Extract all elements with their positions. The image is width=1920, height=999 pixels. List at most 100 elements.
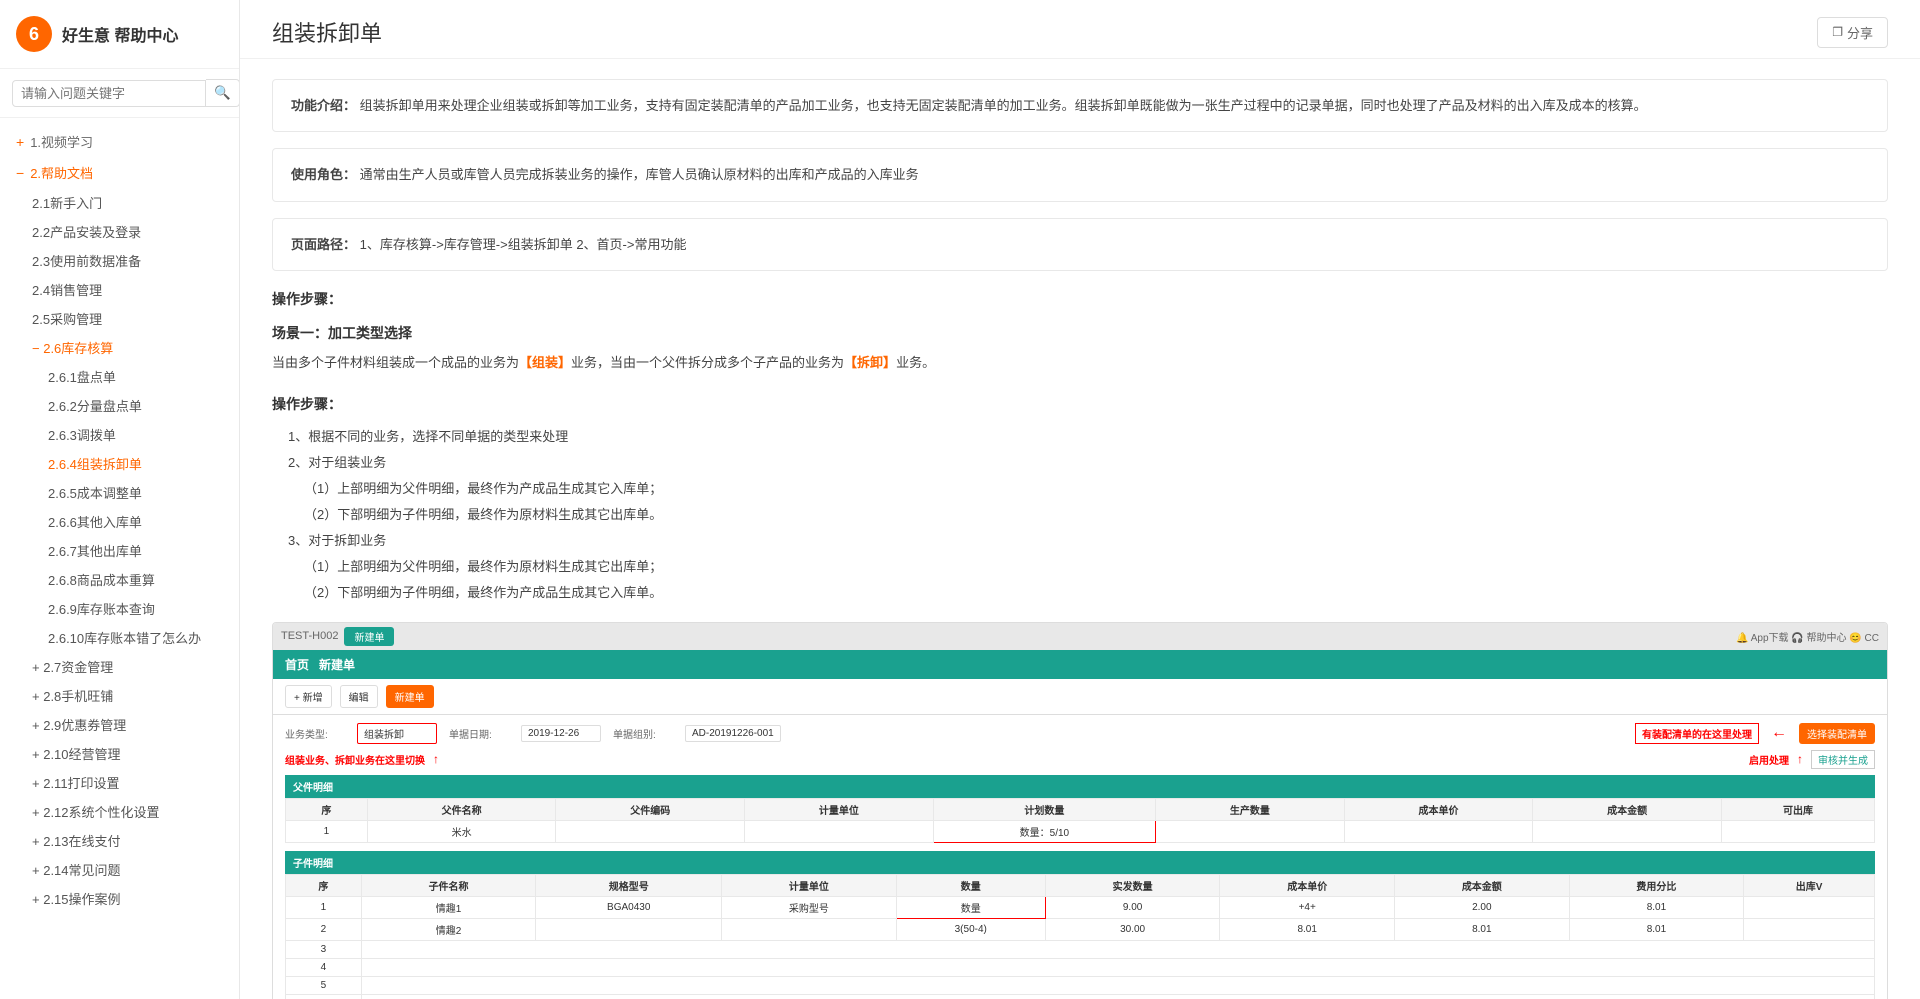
scene1-desc: 当由多个子件材料组装成一个成品的业务为【组装】业务，当由一个父件拆分成多个子产品… <box>272 351 1888 376</box>
path-label: 页面路径： <box>291 237 356 252</box>
search-button[interactable]: 🔍 <box>206 79 240 107</box>
table-row: 2 情趣2 3(50-4) 30.00 8.01 8.01 8.01 <box>286 918 1875 940</box>
th-b-seq: 序 <box>286 874 362 896</box>
header-bar: 组装拆卸单 ❐ 分享 <box>240 0 1920 59</box>
sidebar-item-transfer[interactable]: 2.6.3调拨单 <box>0 420 239 449</box>
plus-icon2: + <box>32 660 40 675</box>
th-b-out: 出库V <box>1744 874 1875 896</box>
sidebar-item-helpdocs[interactable]: − 2.帮助文档 <box>0 157 239 188</box>
sidebar-item-other-outbound[interactable]: 2.6.7其他出库单 <box>0 536 239 565</box>
sidebar-item-cost-adjust[interactable]: 2.6.5成本调整单 <box>0 478 239 507</box>
sidebar-item-partial-stocktake[interactable]: 2.6.2分量盘点单 <box>0 391 239 420</box>
th-unit: 计量单位 <box>745 798 934 820</box>
role-block: 使用角色： 通常由生产人员或库管人员完成拆装业务的操作，库管人员确认原材料的出库… <box>272 148 1888 201</box>
mock-form-area: 业务类型: 组装拆卸 单据日期: 2019-12-26 单据组别: AD-201… <box>273 715 1887 999</box>
th-b-spec: 规格型号 <box>536 874 722 896</box>
search-input[interactable] <box>12 80 206 107</box>
sidebar-item-inventory-ledger[interactable]: 2.6.9库存账本查询 <box>0 594 239 623</box>
sidebar-item-cost-recalc[interactable]: 2.6.8商品成本重算 <box>0 565 239 594</box>
sidebar-item-cases[interactable]: + 2.15操作案例 <box>0 884 239 913</box>
mock-toolbar: + 新增 编辑 新建单 <box>273 679 1887 715</box>
role-label: 使用角色： <box>291 167 356 182</box>
th-b-fee-ratio: 费用分比 <box>1569 874 1744 896</box>
mock-bottom-table: 序 子件名称 规格型号 计量单位 数量 实发数量 成本单价 成本金额 费用分比 … <box>285 874 1875 999</box>
share-button[interactable]: ❐ 分享 <box>1817 17 1888 48</box>
arrow-icon2: ↑ <box>433 752 439 766</box>
table-row: 5 <box>286 976 1875 994</box>
mock-btn-select-bom[interactable]: 选择装配清单 <box>1799 723 1875 744</box>
plus-icon: + <box>16 134 24 150</box>
sidebar-item-online-pay[interactable]: + 2.13在线支付 <box>0 826 239 855</box>
mock-form-row-1: 业务类型: 组装拆卸 单据日期: 2019-12-26 单据组别: AD-201… <box>285 723 1875 744</box>
minus-inventory-icon: − <box>32 341 40 356</box>
mock-date-input[interactable]: 2019-12-26 <box>521 725 601 742</box>
step2-1: （1）上部明细为父件明细，最终作为产成品生成其它入库单； <box>304 476 1888 502</box>
sidebar-item-faq[interactable]: + 2.14常见问题 <box>0 855 239 884</box>
plus-icon9: + <box>32 863 40 878</box>
mock-app-bar: 首页 新建单 <box>273 650 1887 679</box>
th-b-actual-qty: 实发数量 <box>1045 874 1220 896</box>
sidebar-item-other-inbound[interactable]: 2.6.6其他入库单 <box>0 507 239 536</box>
step2: 2、对于组装业务 <box>288 450 1888 476</box>
step3-1: （1）上部明细为父件明细，最终作为原材料生成其它出库单； <box>304 554 1888 580</box>
plus-icon4: + <box>32 718 40 733</box>
arrow-icon1: ← <box>1771 724 1787 742</box>
table-row: 4 <box>286 958 1875 976</box>
annotation2-row: 组装业务、拆卸业务在这里切换 ↑ 启用处理 ↑ 审核并生成 <box>285 750 1875 769</box>
sidebar-item-newuser[interactable]: 2.1新手入门 <box>0 188 239 217</box>
mock-group-label: 单据组别: <box>613 726 673 741</box>
sidebar: 6 好生意 帮助中心 🔍 + 1.视频学习 − 2.帮助文档 2.1新手入门 2… <box>0 0 240 999</box>
role-text: 通常由生产人员或库管人员完成拆装业务的操作，库管人员确认原材料的出库和产成品的入… <box>360 167 919 182</box>
mock-btn-newadd[interactable]: + 新增 <box>285 685 332 708</box>
sidebar-item-install[interactable]: 2.2产品安装及登录 <box>0 217 239 246</box>
annotation3: 启用处理 <box>1749 752 1789 767</box>
sidebar-item-video[interactable]: + 1.视频学习 <box>0 126 239 157</box>
sidebar-item-inventory[interactable]: − 2.6库存核算 <box>0 333 239 362</box>
th-parent-name: 父件名称 <box>367 798 556 820</box>
content-area: 功能介绍： 组装拆卸单用来处理企业组装或拆卸等加工业务，支持有固定装配清单的产品… <box>240 59 1920 999</box>
plus-icon5: + <box>32 747 40 762</box>
step1: 1、根据不同的业务，选择不同单据的类型来处理 <box>288 424 1888 450</box>
logo-text: 好生意 帮助中心 <box>62 22 178 46</box>
sidebar-item-ledger-error[interactable]: 2.6.10库存账本错了怎么办 <box>0 623 239 652</box>
th-cost-price: 成本单价 <box>1344 798 1533 820</box>
mock-approve-btn[interactable]: 审核并生成 <box>1811 750 1875 769</box>
mock-btn-newtab[interactable]: 新建单 <box>386 685 434 708</box>
sidebar-item-dataprep[interactable]: 2.3使用前数据准备 <box>0 246 239 275</box>
th-can-out: 可出库 <box>1721 798 1874 820</box>
step3: 3、对于拆卸业务 <box>288 528 1888 554</box>
step3-2: （2）下部明细为子件明细，最终作为产成品生成其它入库单。 <box>304 580 1888 606</box>
path-text: 1、库存核算->库存管理->组装拆卸单 2、首页->常用功能 <box>360 237 687 252</box>
mock-type-label: 业务类型: <box>285 726 345 741</box>
mock-top-icons: 🔔 App下载 🎧 帮助中心 😊 CC <box>1736 629 1879 644</box>
mock-btn-edit[interactable]: 编辑 <box>340 685 378 708</box>
page-title: 组装拆卸单 <box>272 16 382 48</box>
mock-top-section-header: 父件明细 <box>285 775 1875 798</box>
sidebar-item-assembly[interactable]: 2.6.4组装拆卸单 <box>0 449 239 478</box>
sidebar-item-operations[interactable]: + 2.10经营管理 <box>0 739 239 768</box>
table-row: 1 情趣1 BGA0430 采购型号 数量 9.00 +4+ 2.00 8.01 <box>286 896 1875 918</box>
mock-type-input[interactable]: 组装拆卸 <box>357 723 437 744</box>
sidebar-item-stocktake[interactable]: 2.6.1盘点单 <box>0 362 239 391</box>
logo-icon: 6 <box>16 16 52 52</box>
th-b-cost-price: 成本单价 <box>1220 874 1395 896</box>
sidebar-item-purchase[interactable]: 2.5采购管理 <box>0 304 239 333</box>
screenshot-inner: TEST-H002 新建单 🔔 App下载 🎧 帮助中心 😊 CC 首页 新建单… <box>273 623 1887 999</box>
sidebar-item-finance[interactable]: + 2.7资金管理 <box>0 652 239 681</box>
annotation1: 有装配清单的在这里处理 <box>1635 723 1759 744</box>
th-parent-code: 父件编码 <box>556 798 745 820</box>
path-block: 页面路径： 1、库存核算->库存管理->组装拆卸单 2、首页->常用功能 <box>272 218 1888 271</box>
mock-browser-bar: TEST-H002 新建单 🔔 App下载 🎧 帮助中心 😊 CC <box>273 623 1887 650</box>
th-b-cost-amount: 成本金额 <box>1395 874 1570 896</box>
func-intro-block: 功能介绍： 组装拆卸单用来处理企业组装或拆卸等加工业务，支持有固定装配清单的产品… <box>272 79 1888 132</box>
sidebar-item-mobile[interactable]: + 2.8手机旺铺 <box>0 681 239 710</box>
sidebar-item-print[interactable]: + 2.11打印设置 <box>0 768 239 797</box>
sidebar-item-coupon[interactable]: + 2.9优惠券管理 <box>0 710 239 739</box>
func-intro-label: 功能介绍： <box>291 98 356 113</box>
plus-icon3: + <box>32 689 40 704</box>
plus-icon10: + <box>32 892 40 907</box>
sidebar-item-customize[interactable]: + 2.12系统个性化设置 <box>0 797 239 826</box>
mock-group-input[interactable]: AD-20191226-001 <box>685 725 781 742</box>
th-prod-qty: 生产数量 <box>1156 798 1345 820</box>
sidebar-item-sales[interactable]: 2.4销售管理 <box>0 275 239 304</box>
